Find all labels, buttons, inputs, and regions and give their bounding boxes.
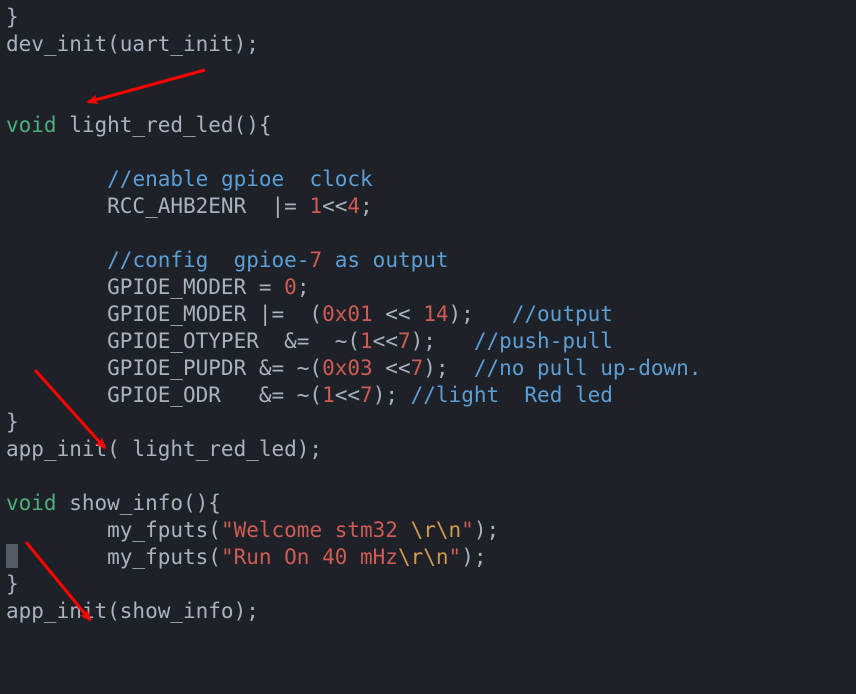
code-token: } [6, 572, 19, 596]
code-token: RCC_AHB2ENR |= [6, 194, 309, 218]
code-token: //config gpioe- [107, 248, 309, 272]
code-line: GPIOE_PUPDR &= ~(0x03 <<7); //no pull up… [6, 355, 856, 382]
code-token: "Welcome stm32 [221, 518, 411, 542]
code-line: GPIOE_MODER |= (0x01 << 14); //output [6, 301, 856, 328]
code-line: //enable gpioe clock [6, 166, 856, 193]
code-line: my_fputs("Run On 40 mHz\r\n"); [6, 544, 856, 571]
code-token: light_red_led(){ [69, 113, 271, 137]
code-token: ); [373, 383, 411, 407]
code-line: //config gpioe-7 as output [6, 247, 856, 274]
code-token: << [322, 194, 347, 218]
code-token: 7 [360, 383, 373, 407]
code-token: my_fputs( [6, 545, 221, 569]
code-line: GPIOE_ODR &= ~(1<<7); //light Red led [6, 382, 856, 409]
code-token: ); [423, 356, 474, 380]
code-token: GPIOE_PUPDR &= ~( [6, 356, 322, 380]
code-line: } [6, 4, 856, 31]
code-token: 7 [398, 329, 411, 353]
code-token: 0x03 [322, 356, 373, 380]
code-token: 4 [347, 194, 360, 218]
code-token: 1 [322, 383, 335, 407]
code-token: ; [360, 194, 373, 218]
code-token: \r\n [411, 518, 462, 542]
code-token: 7 [411, 356, 424, 380]
code-token: GPIOE_OTYPER &= ~( [6, 329, 360, 353]
code-token: //enable gpioe clock [107, 167, 373, 191]
code-token: ); [449, 302, 512, 326]
code-token: "Run On 40 mHz [221, 545, 398, 569]
code-line [6, 85, 856, 112]
code-line: dev_init(uart_init); [6, 31, 856, 58]
code-token: void [6, 113, 69, 137]
code-token: << [373, 302, 424, 326]
code-token: } [6, 410, 19, 434]
code-token: GPIOE_ODR &= ~( [6, 383, 322, 407]
code-token: \r\n [398, 545, 449, 569]
code-block: } dev_init(uart_init); void light_red_led… [0, 0, 856, 625]
code-token: //output [512, 302, 613, 326]
code-token: << [373, 329, 398, 353]
code-token: app_init(show_info); [6, 599, 259, 623]
code-line [6, 220, 856, 247]
code-line: app_init(show_info); [6, 598, 856, 625]
code-token: << [373, 356, 411, 380]
code-line: GPIOE_OTYPER &= ~(1<<7); //push-pull [6, 328, 856, 355]
code-token: 0x01 [322, 302, 373, 326]
code-token: 0 [284, 275, 297, 299]
code-line: my_fputs("Welcome stm32 \r\n"); [6, 517, 856, 544]
code-token: " [449, 545, 462, 569]
code-line [6, 58, 856, 85]
code-token: ; [297, 275, 310, 299]
code-line: GPIOE_MODER = 0; [6, 274, 856, 301]
code-token: as output [322, 248, 448, 272]
code-token: << [335, 383, 360, 407]
code-token [6, 167, 107, 191]
cursor-block [6, 544, 18, 568]
code-token: //no pull up-down. [474, 356, 702, 380]
code-line [6, 463, 856, 490]
code-token: ); [461, 545, 486, 569]
code-token: } [6, 5, 19, 29]
code-token: ); [411, 329, 474, 353]
code-line: } [6, 571, 856, 598]
code-token: dev_init(uart_init); [6, 32, 259, 56]
code-token: 1 [309, 194, 322, 218]
code-token: 1 [360, 329, 373, 353]
code-line: void light_red_led(){ [6, 112, 856, 139]
code-token: //push-pull [474, 329, 613, 353]
code-token [6, 248, 107, 272]
code-token: ); [474, 518, 499, 542]
code-token: void [6, 491, 69, 515]
code-token: 14 [423, 302, 448, 326]
code-token: GPIOE_MODER |= ( [6, 302, 322, 326]
code-line: app_init( light_red_led); [6, 436, 856, 463]
code-token: app_init( light_red_led); [6, 437, 322, 461]
code-token: GPIOE_MODER = [6, 275, 284, 299]
code-line: void show_info(){ [6, 490, 856, 517]
code-token: //light Red led [411, 383, 613, 407]
code-token: show_info(){ [69, 491, 221, 515]
code-line: RCC_AHB2ENR |= 1<<4; [6, 193, 856, 220]
code-line: } [6, 409, 856, 436]
code-token: " [461, 518, 474, 542]
code-token: my_fputs( [6, 518, 221, 542]
code-token: 7 [309, 248, 322, 272]
code-line [6, 139, 856, 166]
